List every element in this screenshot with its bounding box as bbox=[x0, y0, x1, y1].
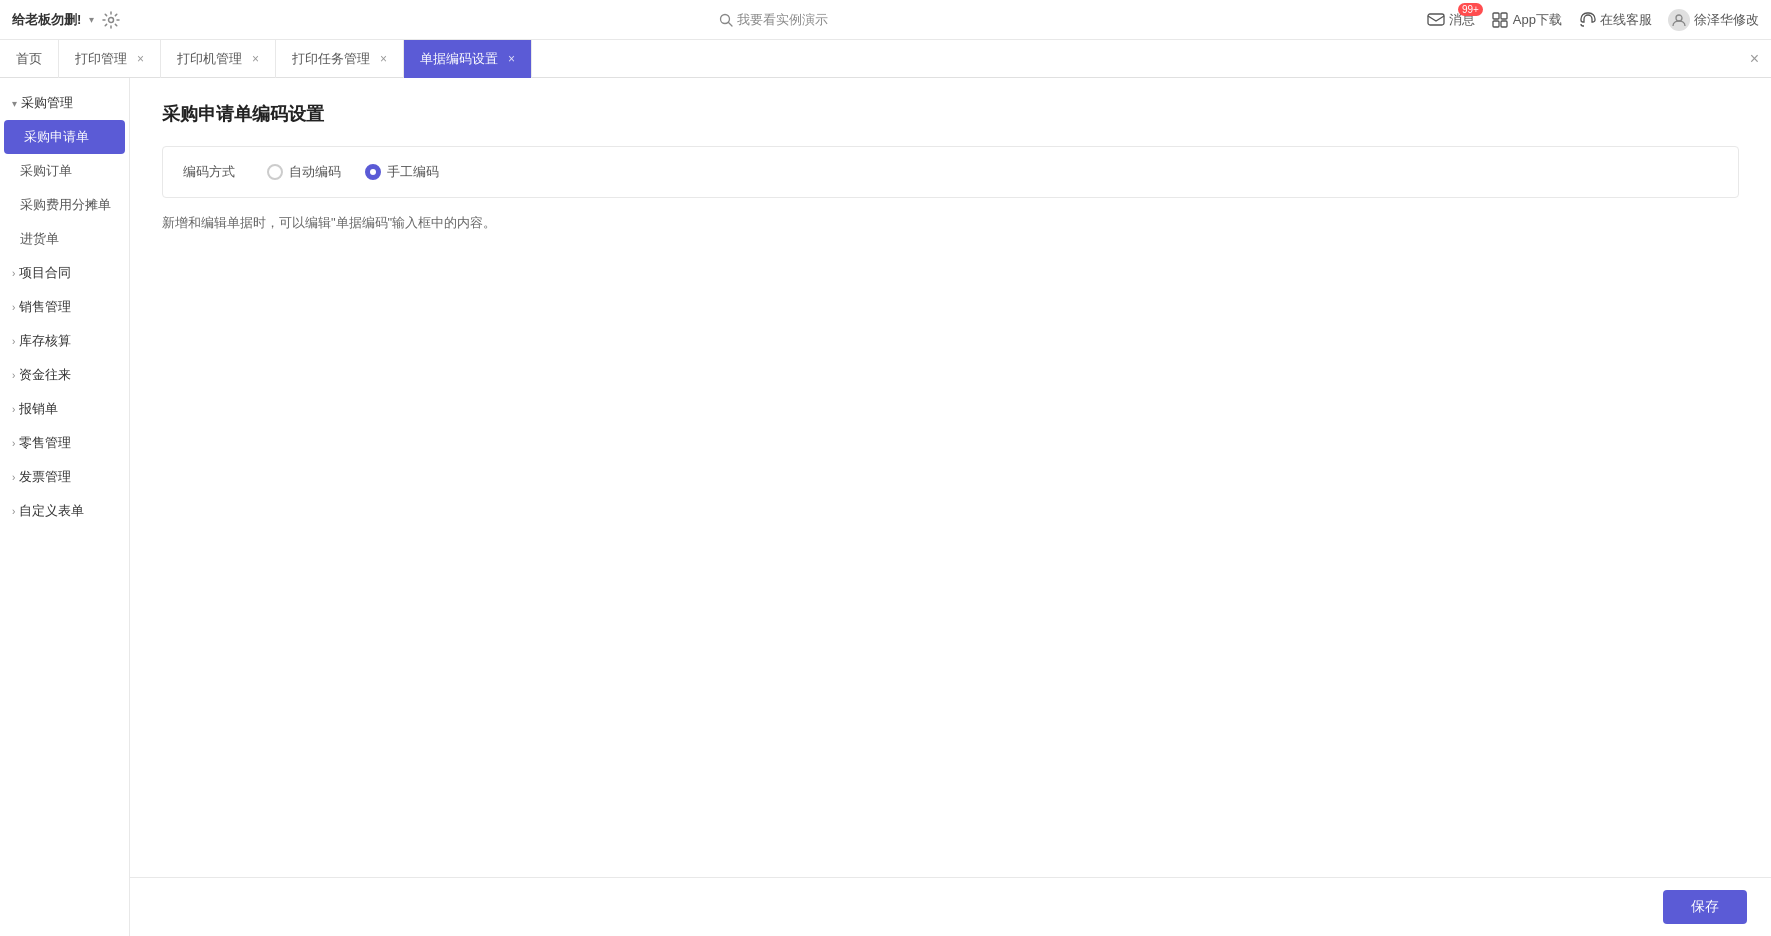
sidebar-item-purchase-expense[interactable]: 采购费用分摊单 bbox=[0, 188, 129, 222]
svg-rect-4 bbox=[1493, 13, 1499, 19]
online-service-label: 在线客服 bbox=[1600, 11, 1652, 29]
encoding-section: 编码方式 自动编码 手工编码 bbox=[162, 146, 1739, 198]
svg-rect-3 bbox=[1428, 14, 1444, 25]
sidebar-group-purchase: ▾ 采购管理 采购申请单 采购订单 采购费用分摊单 进货单 bbox=[0, 86, 129, 256]
page-title: 采购申请单编码设置 bbox=[162, 102, 1739, 126]
sidebar-group-custom-form: › 自定义表单 bbox=[0, 494, 129, 528]
svg-line-2 bbox=[729, 22, 733, 26]
message-badge: 99+ bbox=[1458, 3, 1483, 16]
brand-label: 给老板勿删! bbox=[12, 11, 81, 29]
hint-text: 新增和编辑单据时，可以编辑"单据编码"输入框中的内容。 bbox=[162, 214, 1739, 232]
sidebar-group-purchase-title[interactable]: ▾ 采购管理 bbox=[0, 86, 129, 120]
user-menu[interactable]: 徐泽华修改 bbox=[1668, 9, 1759, 31]
tabs-bar: 首页 打印管理 × 打印机管理 × 打印任务管理 × 单据编码设置 × × bbox=[0, 40, 1771, 78]
chevron-right-icon: › bbox=[12, 472, 15, 483]
message-btn[interactable]: 消息 99+ bbox=[1427, 11, 1475, 29]
content-body: 采购申请单编码设置 编码方式 自动编码 手工编码 bbox=[130, 78, 1771, 877]
app-download-btn[interactable]: App下载 bbox=[1491, 11, 1562, 29]
sidebar-group-capital: › 资金往来 bbox=[0, 358, 129, 392]
tab-close-single-code[interactable]: × bbox=[508, 52, 515, 66]
manual-encoding-radio[interactable] bbox=[365, 164, 381, 180]
svg-rect-5 bbox=[1501, 13, 1507, 19]
chevron-right-icon: › bbox=[12, 268, 15, 279]
headset-icon bbox=[1578, 11, 1596, 29]
manual-encoding-label: 手工编码 bbox=[387, 163, 439, 181]
sidebar-group-retail-title[interactable]: › 零售管理 bbox=[0, 426, 129, 460]
sidebar-item-purchase-goods[interactable]: 进货单 bbox=[0, 222, 129, 256]
sidebar-group-returns-title[interactable]: › 报销单 bbox=[0, 392, 129, 426]
avatar bbox=[1668, 9, 1690, 31]
search-icon bbox=[719, 13, 733, 27]
sidebar-group-retail: › 零售管理 bbox=[0, 426, 129, 460]
chevron-down-icon: ▾ bbox=[12, 98, 17, 109]
tab-close-print-task[interactable]: × bbox=[380, 52, 387, 66]
search-bar[interactable]: 我要看实例演示 bbox=[719, 11, 828, 29]
chevron-right-icon: › bbox=[12, 336, 15, 347]
radio-group: 自动编码 手工编码 bbox=[267, 163, 439, 181]
sidebar-item-purchase-apply[interactable]: 采购申请单 bbox=[4, 120, 125, 154]
chevron-right-icon: › bbox=[12, 506, 15, 517]
tab-printer-mgmt[interactable]: 打印机管理 × bbox=[161, 40, 276, 78]
chevron-right-icon: › bbox=[12, 404, 15, 415]
tab-print-task[interactable]: 打印任务管理 × bbox=[276, 40, 404, 78]
sidebar-group-project-title[interactable]: › 项目合同 bbox=[0, 256, 129, 290]
search-label: 我要看实例演示 bbox=[737, 11, 828, 29]
sidebar-group-sales: › 销售管理 bbox=[0, 290, 129, 324]
close-all-tabs[interactable]: × bbox=[1738, 50, 1771, 68]
sidebar-group-custom-form-title[interactable]: › 自定义表单 bbox=[0, 494, 129, 528]
tab-close-printer-mgmt[interactable]: × bbox=[252, 52, 259, 66]
sidebar-item-purchase-order[interactable]: 采购订单 bbox=[0, 154, 129, 188]
brand-dropdown-icon[interactable]: ▾ bbox=[89, 14, 94, 25]
chevron-right-icon: › bbox=[12, 370, 15, 381]
settings-icon[interactable] bbox=[102, 11, 120, 29]
top-bar: 给老板勿删! ▾ 我要看实例演示 消息 99+ bbox=[0, 0, 1771, 40]
encoding-row: 编码方式 自动编码 手工编码 bbox=[183, 163, 1718, 181]
tab-close-print-mgmt[interactable]: × bbox=[137, 52, 144, 66]
tab-single-code[interactable]: 单据编码设置 × bbox=[404, 40, 532, 78]
encoding-label: 编码方式 bbox=[183, 163, 243, 181]
online-service-btn[interactable]: 在线客服 bbox=[1578, 11, 1652, 29]
tab-home[interactable]: 首页 bbox=[0, 40, 59, 78]
manual-encoding-option[interactable]: 手工编码 bbox=[365, 163, 439, 181]
user-name: 徐泽华修改 bbox=[1694, 11, 1759, 29]
content-footer: 保存 bbox=[130, 877, 1771, 936]
top-bar-right: 消息 99+ App下载 在线客服 bbox=[1427, 9, 1759, 31]
content-area: 采购申请单编码设置 编码方式 自动编码 手工编码 bbox=[130, 78, 1771, 936]
sidebar-group-inventory: › 库存核算 bbox=[0, 324, 129, 358]
sidebar-group-invoice: › 发票管理 bbox=[0, 460, 129, 494]
sidebar: ▾ 采购管理 采购申请单 采购订单 采购费用分摊单 进货单 › 项目合同 bbox=[0, 78, 130, 936]
svg-point-0 bbox=[109, 17, 114, 22]
auto-encoding-label: 自动编码 bbox=[289, 163, 341, 181]
auto-encoding-option[interactable]: 自动编码 bbox=[267, 163, 341, 181]
svg-rect-7 bbox=[1501, 21, 1507, 27]
sidebar-group-sales-title[interactable]: › 销售管理 bbox=[0, 290, 129, 324]
sidebar-group-returns: › 报销单 bbox=[0, 392, 129, 426]
auto-encoding-radio[interactable] bbox=[267, 164, 283, 180]
main-layout: ▾ 采购管理 采购申请单 采购订单 采购费用分摊单 进货单 › 项目合同 bbox=[0, 78, 1771, 936]
sidebar-group-inventory-title[interactable]: › 库存核算 bbox=[0, 324, 129, 358]
svg-rect-6 bbox=[1493, 21, 1499, 27]
app-download-icon bbox=[1491, 11, 1509, 29]
sidebar-group-invoice-title[interactable]: › 发票管理 bbox=[0, 460, 129, 494]
tab-print-mgmt[interactable]: 打印管理 × bbox=[59, 40, 161, 78]
svg-point-8 bbox=[1676, 15, 1682, 21]
sidebar-group-capital-title[interactable]: › 资金往来 bbox=[0, 358, 129, 392]
chevron-right-icon: › bbox=[12, 302, 15, 313]
message-icon bbox=[1427, 11, 1445, 29]
app-download-label: App下载 bbox=[1513, 11, 1562, 29]
chevron-right-icon: › bbox=[12, 438, 15, 449]
top-bar-left: 给老板勿删! ▾ bbox=[12, 11, 120, 29]
save-button[interactable]: 保存 bbox=[1663, 890, 1747, 924]
sidebar-group-project: › 项目合同 bbox=[0, 256, 129, 290]
